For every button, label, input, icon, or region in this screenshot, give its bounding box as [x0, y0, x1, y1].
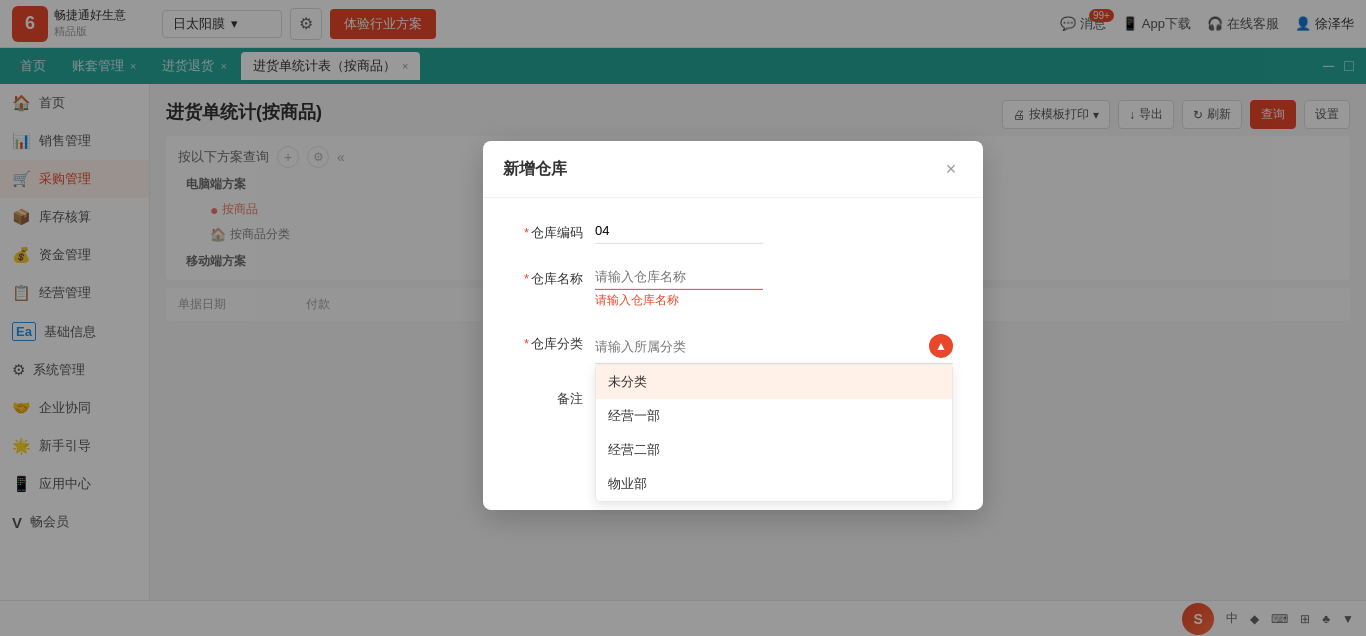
warehouse-category-row: 仓库分类 ▲ 未分类 经营一部 经营二部 [513, 329, 953, 364]
dropdown-item-uncategorized[interactable]: 未分类 [596, 365, 952, 399]
category-input[interactable] [595, 338, 929, 353]
dropdown-toggle-button[interactable]: ▲ [929, 334, 953, 358]
dropdown-item-ops1[interactable]: 经营一部 [596, 399, 952, 433]
notes-label: 备注 [513, 384, 583, 408]
warehouse-code-input[interactable] [595, 218, 763, 244]
warehouse-code-row: 仓库编码 [513, 218, 953, 244]
name-error-msg: 请输入仓库名称 [595, 292, 953, 309]
warehouse-name-input[interactable] [595, 264, 763, 290]
dropdown-item-property[interactable]: 物业部 [596, 467, 952, 501]
category-label: 仓库分类 [513, 329, 583, 353]
modal-body: 仓库编码 仓库名称 请输入仓库名称 仓库分类 ▲ 未 [483, 198, 983, 456]
category-dropdown[interactable]: ▲ [595, 329, 953, 364]
dropdown-item-ops2[interactable]: 经营二部 [596, 433, 952, 467]
add-warehouse-modal: 新增仓库 × 仓库编码 仓库名称 请输入仓库名称 仓库分类 ▲ [483, 141, 983, 510]
modal-close-button[interactable]: × [939, 157, 963, 181]
modal-title: 新增仓库 [503, 158, 567, 179]
category-dropdown-list: 未分类 经营一部 经营二部 物业部 [595, 364, 953, 502]
name-label: 仓库名称 [513, 264, 583, 288]
modal-header: 新增仓库 × [483, 141, 983, 198]
code-label: 仓库编码 [513, 218, 583, 242]
warehouse-name-row: 仓库名称 请输入仓库名称 [513, 264, 953, 309]
